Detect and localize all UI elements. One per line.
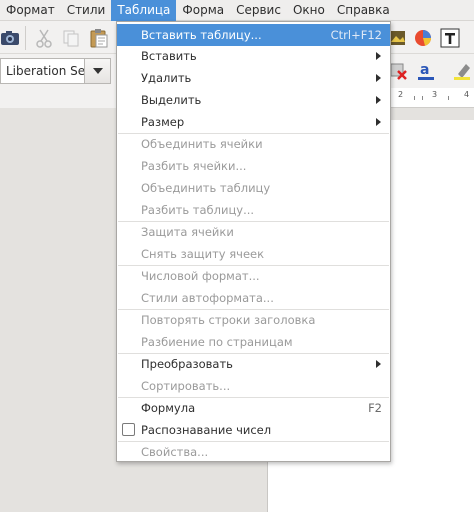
menu-item-repeat-heading[interactable]: Повторять строки заголовка [117, 309, 390, 331]
paste-icon[interactable] [88, 27, 110, 49]
submenu-arrow-icon [376, 360, 381, 368]
number-recognition-checkbox[interactable] [122, 423, 135, 436]
menu-item-autoformat-styles[interactable]: Стили автоформата... [117, 287, 390, 309]
shortcut-label: F2 [368, 401, 382, 415]
menu-item-insert[interactable]: Вставить [117, 45, 390, 67]
menu-item-split-across-pages[interactable]: Разбиение по страницам [117, 331, 390, 353]
menu-format[interactable]: Формат [0, 0, 61, 21]
menu-item-label: Преобразовать [141, 357, 233, 371]
menu-table[interactable]: Таблица [111, 0, 177, 21]
menu-window[interactable]: Окно [287, 0, 331, 21]
menu-item-number-format[interactable]: Числовой формат... [117, 265, 390, 287]
image-icon[interactable] [388, 27, 410, 49]
clear-formatting-icon[interactable] [388, 60, 410, 82]
menu-item-protect-cells[interactable]: Защита ячейки [117, 221, 390, 243]
menu-item-merge-table[interactable]: Объединить таблицу [117, 177, 390, 199]
menu-item-delete[interactable]: Удалить [117, 67, 390, 89]
submenu-arrow-icon [376, 74, 381, 82]
menu-form[interactable]: Форма [176, 0, 230, 21]
toolbar-separator [25, 26, 26, 50]
menu-tools[interactable]: Сервис [230, 0, 287, 21]
menu-styles[interactable]: Стили [61, 0, 112, 21]
shortcut-label: Ctrl+F12 [330, 28, 382, 42]
menu-item-convert[interactable]: Преобразовать [117, 353, 390, 375]
menu-item-label: Выделить [141, 93, 202, 107]
menu-item-properties[interactable]: Свойства... [117, 441, 390, 463]
menu-item-unprotect-cells[interactable]: Снять защиту ячеек [117, 243, 390, 265]
menu-item-label: Удалить [141, 71, 192, 85]
cut-icon[interactable] [33, 27, 55, 49]
menubar: Формат Стили Таблица Форма Сервис Окно С… [0, 0, 474, 21]
menu-item-split-cells[interactable]: Разбить ячейки... [117, 155, 390, 177]
ruler-number: 4 [464, 90, 470, 99]
highlighter-icon[interactable] [452, 60, 474, 82]
copy-icon[interactable] [60, 27, 82, 49]
menu-help[interactable]: Справка [331, 0, 396, 21]
chevron-down-icon [92, 68, 103, 74]
menu-item-label: Размер [141, 115, 185, 129]
menu-item-label: Вставить [141, 49, 197, 63]
chart-icon[interactable] [412, 27, 434, 49]
ruler-number: 3 [432, 90, 438, 99]
menu-item-formula[interactable]: Формула F2 [117, 397, 390, 419]
menu-item-merge-cells[interactable]: Объединить ячейки [117, 133, 390, 155]
table-menu-dropdown: Вставить таблицу... Ctrl+F12 Вставить Уд… [116, 21, 391, 462]
submenu-arrow-icon [376, 118, 381, 126]
submenu-arrow-icon [376, 52, 381, 60]
ruler-number: 2 [398, 90, 404, 99]
menu-item-sort[interactable]: Сортировать... [117, 375, 390, 397]
menu-item-number-recognition[interactable]: Распознавание чисел [117, 419, 390, 441]
menu-item-label: Вставить таблицу... [141, 28, 262, 42]
submenu-arrow-icon [376, 96, 381, 104]
text-box-icon[interactable] [439, 27, 461, 49]
menu-item-label: Распознавание чисел [141, 423, 272, 437]
horizontal-ruler[interactable]: 2 3 4 [388, 88, 474, 108]
font-color-icon[interactable]: a [416, 60, 438, 82]
ruler-tick [448, 96, 449, 100]
font-name-input[interactable]: Liberation Se [0, 58, 84, 84]
ruler-tick [422, 96, 423, 100]
svg-text:a: a [420, 62, 429, 78]
menu-item-insert-table[interactable]: Вставить таблицу... Ctrl+F12 [117, 24, 390, 46]
camera-icon[interactable] [0, 27, 22, 49]
ruler-tick [414, 96, 415, 100]
menu-item-split-table[interactable]: Разбить таблицу... [117, 199, 390, 221]
font-name-dropdown-button[interactable] [84, 58, 111, 84]
menu-item-label: Формула [141, 401, 196, 415]
menu-item-select[interactable]: Выделить [117, 89, 390, 111]
menu-item-size[interactable]: Размер [117, 111, 390, 133]
